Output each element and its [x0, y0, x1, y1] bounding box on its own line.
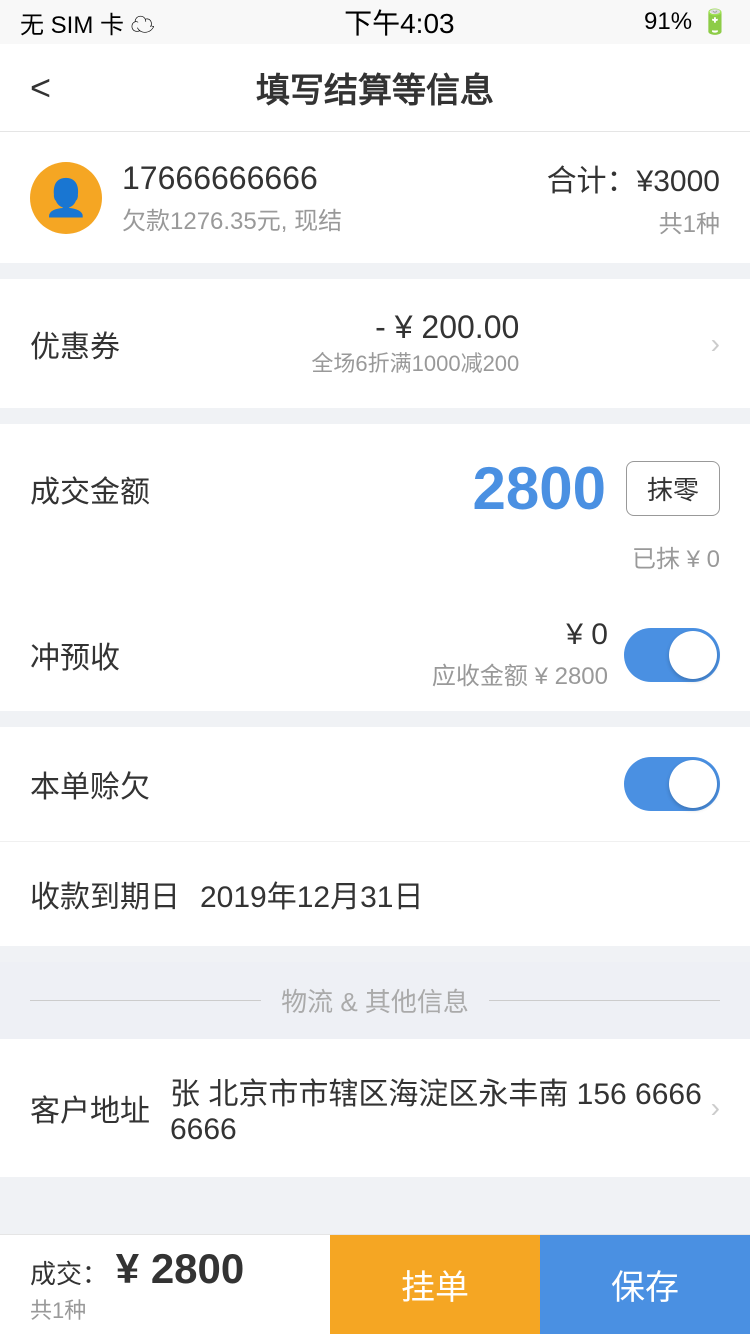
debt-toggle[interactable]: [624, 757, 720, 811]
coupon-desc: 全场6折满1000减200: [311, 346, 519, 378]
debt-label: 本单赊欠: [30, 762, 150, 806]
amount-row: 成交金额 2800 抹零: [0, 424, 750, 539]
toggle-knob: [669, 631, 717, 679]
sim-label: 无 SIM 卡 ☁: [20, 5, 155, 40]
charge-values: ¥ 0 应收金额 ¥ 2800: [432, 618, 608, 691]
save-button[interactable]: 保存: [540, 1235, 750, 1334]
address-value: 张 北京市市辖区海淀区永丰南 156 6666 6666: [170, 1069, 711, 1147]
battery-icon: 🔋: [700, 8, 730, 37]
debt-section: 本单赊欠 收款到期日 2019年12月31日: [0, 727, 750, 946]
customer-left: 👤 17666666666 欠款1276.35元, 现结: [30, 160, 342, 236]
charge-main-value: ¥ 0: [432, 618, 608, 652]
divider-line-right: [489, 1000, 720, 1001]
customer-right: 合计：¥3000 共1种: [547, 156, 720, 239]
bottom-count: 共1种: [30, 1293, 300, 1325]
duedate-label: 收款到期日: [30, 872, 180, 916]
charge-label: 冲预收: [30, 633, 120, 677]
status-right: 91% 🔋: [644, 8, 730, 37]
transaction-amount: 2800: [473, 454, 606, 523]
charge-row: 冲预收 ¥ 0 应收金额 ¥ 2800: [0, 598, 750, 711]
total-amount: 合计：¥3000: [547, 156, 720, 200]
customer-info: 17666666666 欠款1276.35元, 现结: [122, 160, 342, 236]
address-chevron-icon: ›: [711, 1092, 720, 1124]
divider-line-left: [30, 1000, 261, 1001]
customer-phone: 17666666666: [122, 160, 342, 197]
total-count: 共1种: [547, 204, 720, 239]
charge-toggle[interactable]: [624, 628, 720, 682]
coupon-row[interactable]: 优惠券 - ¥ 200.00 全场6折满1000减200 ›: [0, 279, 750, 408]
customer-debt: 欠款1276.35元, 现结: [122, 201, 342, 236]
bottom-title-row: 成交： ¥ 2800: [30, 1245, 300, 1293]
status-left: 无 SIM 卡 ☁: [20, 5, 155, 40]
avatar-icon: 👤: [44, 177, 89, 219]
duedate-row: 收款到期日 2019年12月31日: [0, 842, 750, 946]
transaction-section: 成交金额 2800 抹零 已抹 ¥ 0 冲预收 ¥ 0 应收金额 ¥ 2800: [0, 424, 750, 711]
chevron-right-icon: ›: [711, 328, 720, 360]
debt-toggle-knob: [669, 760, 717, 808]
round-button[interactable]: 抹零: [626, 461, 720, 516]
bottom-amount: ¥ 2800: [116, 1245, 244, 1292]
logistics-divider: 物流 & 其他信息: [0, 962, 750, 1039]
avatar: 👤: [30, 162, 102, 234]
back-button[interactable]: <: [30, 67, 51, 109]
transaction-label: 成交金额: [30, 467, 150, 511]
address-row[interactable]: 客户地址 张 北京市市辖区海淀区永丰南 156 6666 6666 ›: [0, 1039, 750, 1177]
coupon-value: - ¥ 200.00: [311, 309, 519, 346]
logistics-label: 物流 & 其他信息: [261, 982, 489, 1019]
content: 👤 17666666666 欠款1276.35元, 现结 合计：¥3000 共1…: [0, 132, 750, 1313]
address-section: 客户地址 张 北京市市辖区海淀区永丰南 156 6666 6666 ›: [0, 1039, 750, 1177]
bottom-title: 成交：: [30, 1259, 108, 1289]
bottom-bar: 成交： ¥ 2800 共1种 挂单 保存: [0, 1234, 750, 1334]
debt-row: 本单赊欠: [0, 727, 750, 842]
charge-right: ¥ 0 应收金额 ¥ 2800: [432, 618, 720, 691]
address-label: 客户地址: [30, 1086, 150, 1130]
nav-bar: < 填写结算等信息: [0, 44, 750, 132]
status-time: 下午4:03: [344, 2, 455, 42]
battery-label: 91%: [644, 8, 692, 36]
coupon-label: 优惠券: [30, 322, 120, 366]
coupon-right: - ¥ 200.00 全场6折满1000减200: [311, 309, 519, 378]
hold-button[interactable]: 挂单: [330, 1235, 540, 1334]
customer-card: 👤 17666666666 欠款1276.35元, 现结 合计：¥3000 共1…: [0, 132, 750, 263]
bottom-summary: 成交： ¥ 2800 共1种: [0, 1245, 330, 1325]
amount-value-wrapper: 2800 抹零: [473, 454, 721, 523]
charge-sub-value: 应收金额 ¥ 2800: [432, 656, 608, 691]
transaction-sub: 已抹 ¥ 0: [0, 539, 750, 598]
status-bar: 无 SIM 卡 ☁ 下午4:03 91% 🔋: [0, 0, 750, 44]
page-title: 填写结算等信息: [256, 63, 494, 112]
duedate-value: 2019年12月31日: [200, 872, 423, 916]
coupon-section: 优惠券 - ¥ 200.00 全场6折满1000减200 ›: [0, 279, 750, 408]
